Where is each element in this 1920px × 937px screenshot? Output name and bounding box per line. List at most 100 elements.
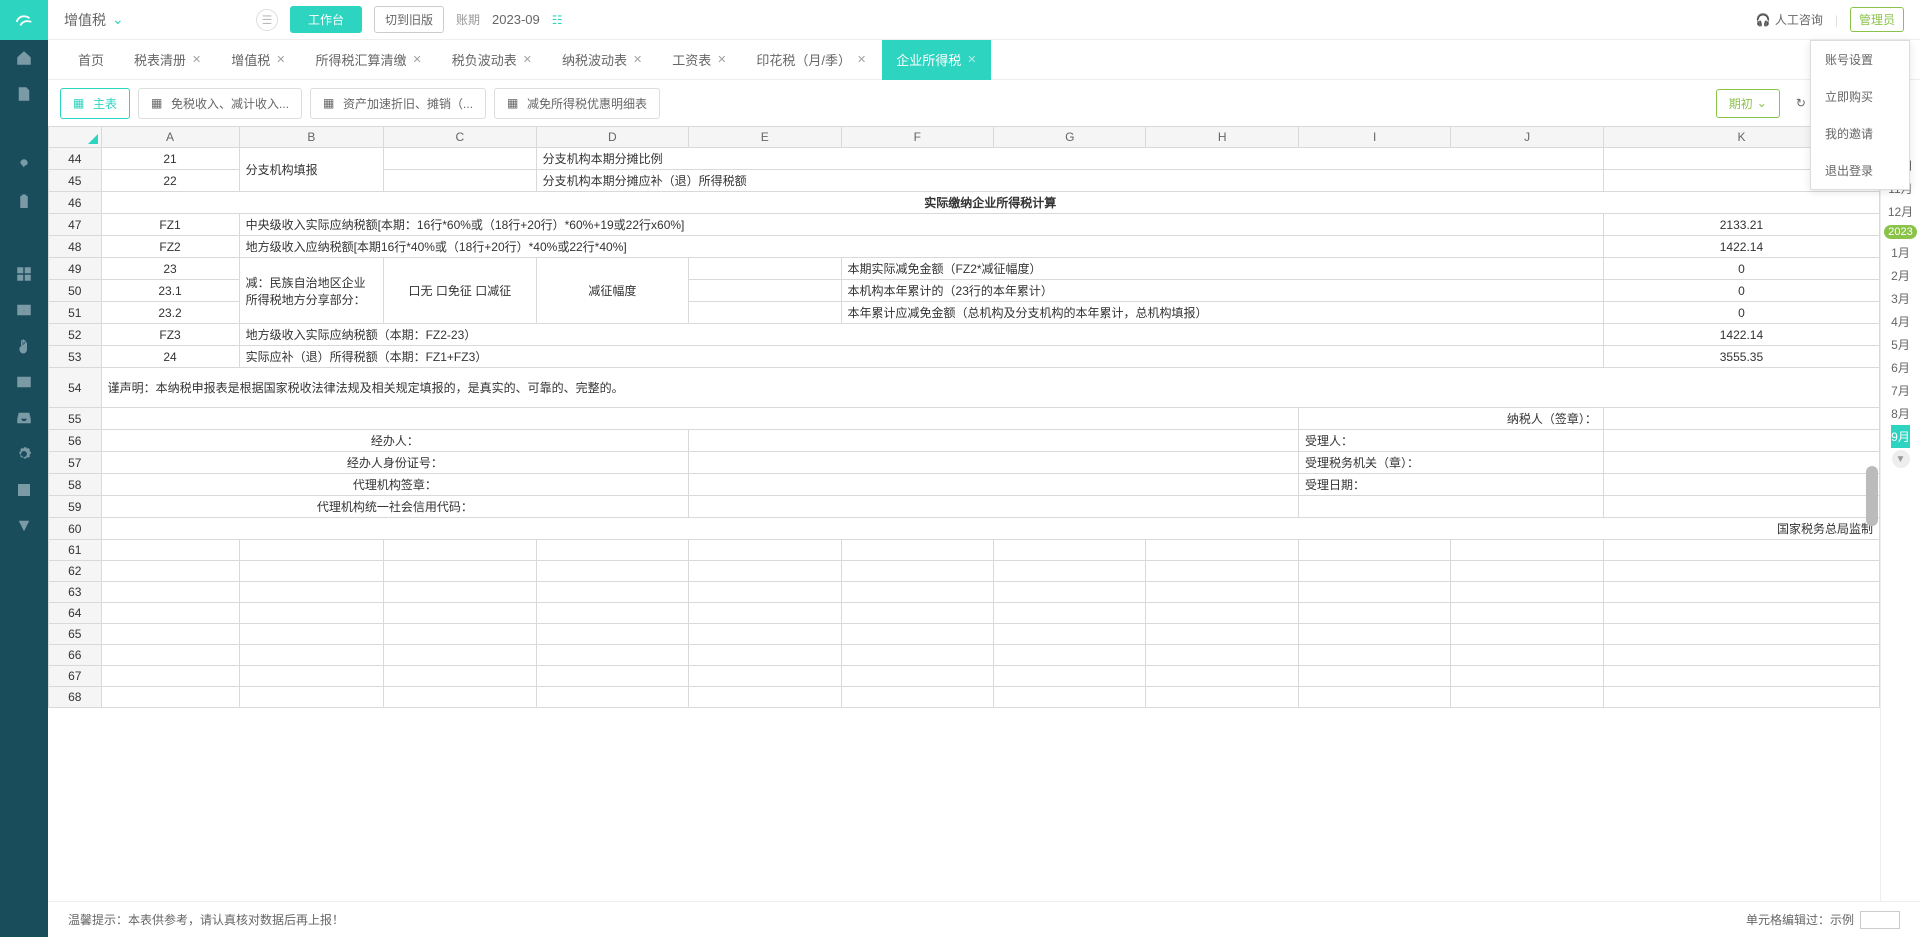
nav-window-icon[interactable] xyxy=(0,364,48,400)
cell[interactable] xyxy=(689,687,841,708)
subtab-depreciation[interactable]: ▦资产加速折旧、摊销（... xyxy=(310,88,486,119)
cell[interactable] xyxy=(1146,645,1298,666)
cell[interactable]: FZ3 xyxy=(101,324,239,346)
cell[interactable] xyxy=(689,452,1299,474)
cell[interactable] xyxy=(239,540,384,561)
row-header[interactable]: 52 xyxy=(49,324,102,346)
consult-link[interactable]: 🎧 人工咨询 xyxy=(1756,11,1823,28)
cell[interactable] xyxy=(1603,687,1879,708)
cell[interactable]: 分支机构本期分摊比例 xyxy=(536,148,1603,170)
subtab-preference[interactable]: ▦减免所得税优惠明细表 xyxy=(494,88,660,119)
switch-version-button[interactable]: 切到旧版 xyxy=(374,6,444,33)
cell[interactable] xyxy=(1298,496,1603,518)
dropdown-account[interactable]: 账号设置 xyxy=(1811,41,1909,78)
cell[interactable] xyxy=(1603,430,1879,452)
cell[interactable]: 1422.14 xyxy=(1603,324,1879,346)
cell[interactable]: FZ2 xyxy=(101,236,239,258)
cell[interactable] xyxy=(1451,666,1603,687)
cell[interactable]: 21 xyxy=(101,148,239,170)
period-dropdown[interactable]: 期初⌄ xyxy=(1716,89,1780,118)
admin-button[interactable]: 管理员 xyxy=(1850,7,1904,32)
cell[interactable]: FZ1 xyxy=(101,214,239,236)
close-icon[interactable]: ✕ xyxy=(276,53,285,66)
cell[interactable] xyxy=(1451,624,1603,645)
cell[interactable] xyxy=(536,540,688,561)
cell[interactable] xyxy=(689,302,841,324)
tab-tax-list[interactable]: 税表清册✕ xyxy=(120,40,215,80)
cell[interactable] xyxy=(1603,624,1879,645)
cell[interactable]: 受理日期： xyxy=(1298,474,1603,496)
cell[interactable]: 地方级收入应纳税额[本期16行*40%或（18行+20行）*40%或22行*40… xyxy=(239,236,1603,258)
cell[interactable]: 受理人： xyxy=(1298,430,1603,452)
nav-grid-icon[interactable] xyxy=(0,256,48,292)
cell[interactable] xyxy=(1603,645,1879,666)
cell[interactable] xyxy=(1146,540,1298,561)
cell[interactable]: 23.2 xyxy=(101,302,239,324)
row-header[interactable]: 61 xyxy=(49,540,102,561)
close-icon[interactable]: ✕ xyxy=(413,53,422,66)
cell[interactable] xyxy=(101,540,239,561)
cell[interactable]: 代理机构统一社会信用代码： xyxy=(101,496,689,518)
example-input[interactable] xyxy=(1860,911,1900,929)
cell[interactable] xyxy=(1451,645,1603,666)
cell[interactable] xyxy=(1603,496,1879,518)
cell[interactable] xyxy=(384,540,536,561)
cell[interactable] xyxy=(689,603,841,624)
tab-vat[interactable]: 增值税✕ xyxy=(217,40,299,80)
cell[interactable] xyxy=(384,148,536,170)
cell[interactable] xyxy=(994,540,1146,561)
row-header[interactable]: 53 xyxy=(49,346,102,368)
rail-month[interactable]: 2月 xyxy=(1891,264,1910,287)
col-header[interactable]: B xyxy=(239,127,384,148)
row-header[interactable]: 62 xyxy=(49,561,102,582)
row-header[interactable]: 44 xyxy=(49,148,102,170)
nav-home-icon[interactable] xyxy=(0,40,48,76)
cell[interactable] xyxy=(1298,624,1450,645)
cell[interactable] xyxy=(1298,687,1450,708)
dropdown-buy[interactable]: 立即购买 xyxy=(1811,78,1909,115)
rail-month[interactable]: 5月 xyxy=(1891,333,1910,356)
cell[interactable] xyxy=(101,645,239,666)
cell[interactable] xyxy=(101,666,239,687)
cell[interactable]: 本期实际减免金额（FZ2*减征幅度） xyxy=(841,258,1603,280)
nav-gear-icon[interactable] xyxy=(0,436,48,472)
cell[interactable] xyxy=(689,582,841,603)
cell[interactable] xyxy=(689,280,841,302)
rail-down-icon[interactable]: ▼ xyxy=(1892,450,1910,468)
note-icon[interactable]: ☰ xyxy=(256,9,278,31)
nav-v-icon[interactable] xyxy=(0,508,48,544)
cell[interactable] xyxy=(1146,666,1298,687)
cell[interactable] xyxy=(239,666,384,687)
row-header[interactable]: 65 xyxy=(49,624,102,645)
cell[interactable] xyxy=(1146,687,1298,708)
cell[interactable] xyxy=(1603,582,1879,603)
period-value[interactable]: 2023-09 xyxy=(492,12,540,27)
cell[interactable]: 口无 口免征 口减征 xyxy=(384,258,536,324)
nav-image-icon[interactable] xyxy=(0,292,48,328)
cell[interactable]: 实际应补（退）所得税额（本期：FZ1+FZ3） xyxy=(239,346,1603,368)
cell[interactable] xyxy=(689,561,841,582)
cell[interactable] xyxy=(536,624,688,645)
cell[interactable]: 经办人身份证号： xyxy=(101,452,689,474)
tab-corp-income[interactable]: 企业所得税✕ xyxy=(882,40,990,80)
cell[interactable]: 中央级收入实际应纳税额[本期：16行*60%或（18行+20行）*60%+19或… xyxy=(239,214,1603,236)
cell[interactable] xyxy=(841,540,993,561)
cell[interactable] xyxy=(1298,561,1450,582)
cell[interactable]: 地方级收入实际应纳税额（本期：FZ2-23） xyxy=(239,324,1603,346)
row-header[interactable]: 64 xyxy=(49,603,102,624)
close-icon[interactable]: ✕ xyxy=(967,53,976,66)
cell[interactable]: 经办人： xyxy=(101,430,689,452)
tab-pay-wave[interactable]: 纳税波动表✕ xyxy=(548,40,656,80)
rail-month[interactable]: 7月 xyxy=(1891,379,1910,402)
subtab-exempt[interactable]: ▦免税收入、减计收入... xyxy=(138,88,302,119)
cell[interactable] xyxy=(239,582,384,603)
cell[interactable]: 3555.35 xyxy=(1603,346,1879,368)
cell[interactable] xyxy=(841,624,993,645)
cell[interactable] xyxy=(1603,408,1879,430)
cell[interactable] xyxy=(1603,540,1879,561)
cell[interactable]: 减：民族自治地区企业所得税地方分享部分： xyxy=(239,258,384,324)
calendar-icon[interactable]: ☷ xyxy=(552,13,563,27)
col-header[interactable]: D xyxy=(536,127,688,148)
row-header[interactable]: 50 xyxy=(49,280,102,302)
rail-month[interactable]: 4月 xyxy=(1891,310,1910,333)
